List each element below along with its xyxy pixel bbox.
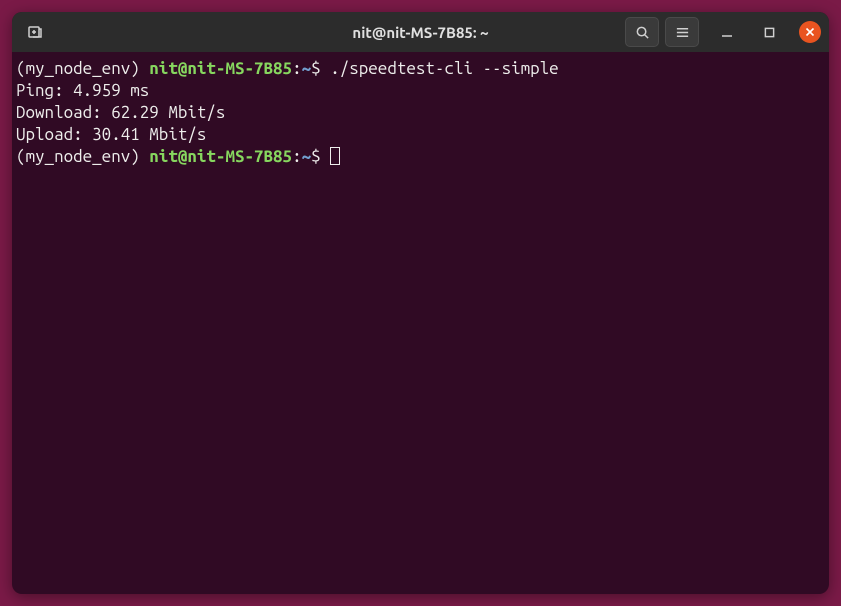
- titlebar-right: [625, 17, 821, 47]
- colon: :: [292, 147, 302, 166]
- titlebar-left: [20, 17, 50, 47]
- close-icon: [805, 27, 815, 37]
- search-button[interactable]: [625, 17, 659, 47]
- terminal-body[interactable]: (my_node_env) nit@nit-MS-7B85:~$ ./speed…: [12, 52, 829, 594]
- hamburger-icon: [675, 25, 690, 40]
- command-text: ./speedtest-cli --simple: [330, 59, 558, 78]
- output-download: Download: 62.29 Mbit/s: [16, 102, 825, 124]
- user-host: nit@nit-MS-7B85: [149, 59, 292, 78]
- new-tab-button[interactable]: [20, 17, 50, 47]
- path: ~: [302, 59, 312, 78]
- path: ~: [302, 147, 312, 166]
- cursor: [330, 147, 340, 165]
- maximize-icon: [764, 27, 775, 38]
- prompt-line-1: (my_node_env) nit@nit-MS-7B85:~$ ./speed…: [16, 58, 825, 80]
- colon: :: [292, 59, 302, 78]
- prompt-symbol: $: [311, 59, 330, 78]
- menu-button[interactable]: [665, 17, 699, 47]
- env-prefix: (my_node_env): [16, 147, 149, 166]
- env-prefix: (my_node_env): [16, 59, 149, 78]
- terminal-window: nit@nit-MS-7B85: ~: [12, 12, 829, 594]
- minimize-icon: [721, 26, 733, 38]
- close-button[interactable]: [799, 21, 821, 43]
- user-host: nit@nit-MS-7B85: [149, 147, 292, 166]
- search-icon: [635, 25, 650, 40]
- prompt-symbol: $: [311, 147, 330, 166]
- titlebar: nit@nit-MS-7B85: ~: [12, 12, 829, 52]
- output-upload: Upload: 30.41 Mbit/s: [16, 124, 825, 146]
- prompt-line-2: (my_node_env) nit@nit-MS-7B85:~$: [16, 146, 825, 168]
- minimize-button[interactable]: [713, 18, 741, 46]
- window-title: nit@nit-MS-7B85: ~: [352, 24, 488, 41]
- output-ping: Ping: 4.959 ms: [16, 80, 825, 102]
- new-tab-icon: [27, 24, 43, 40]
- maximize-button[interactable]: [755, 18, 783, 46]
